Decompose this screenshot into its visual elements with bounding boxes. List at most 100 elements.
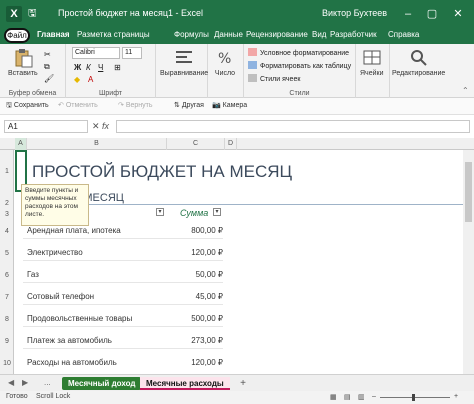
collapse-ribbon-icon[interactable]: ⌃ <box>462 86 469 95</box>
alignment-button[interactable]: Выравнивание <box>160 48 208 77</box>
italic-button[interactable]: К <box>86 63 91 72</box>
next-sheet-icon[interactable]: ▶ <box>22 378 28 387</box>
minimize-button[interactable]: – <box>398 4 418 24</box>
add-sheet-button[interactable]: + <box>236 377 250 390</box>
cells-group: Ячейки <box>356 44 390 98</box>
row-divider <box>23 348 223 349</box>
sheet-tab-expenses[interactable]: Месячные расходы <box>140 377 230 390</box>
save-icon[interactable]: 🖫 <box>28 7 37 21</box>
tab-data[interactable]: Данные <box>214 30 243 39</box>
formula-input[interactable] <box>116 120 470 133</box>
qat-sort-button[interactable]: ⇅ Другая <box>174 101 204 109</box>
tab-help[interactable]: Справка <box>388 30 419 39</box>
column-header-d[interactable]: D <box>225 138 237 150</box>
close-button[interactable]: ✕ <box>448 4 468 24</box>
font-size-select[interactable]: 11 <box>122 47 142 59</box>
tab-view[interactable]: Вид <box>312 30 326 39</box>
zoom-in-icon[interactable]: + <box>454 393 458 400</box>
excel-icon: X <box>6 6 22 22</box>
column-header-a[interactable]: A <box>15 138 27 150</box>
row-header[interactable]: 7 <box>0 294 14 301</box>
row-header[interactable]: 5 <box>0 250 14 257</box>
vertical-scrollbar[interactable] <box>463 150 474 374</box>
format-painter-icon[interactable]: 🖌 <box>44 74 54 83</box>
expense-item: Арендная плата, ипотека <box>27 226 121 235</box>
qat-save-button[interactable]: 🖫 Сохранить <box>6 101 49 112</box>
row-header[interactable]: 2 <box>0 200 14 207</box>
sum-column-header: Сумма <box>180 208 209 218</box>
zoom-slider-knob[interactable] <box>412 394 415 401</box>
paste-label: Вставить <box>8 70 38 77</box>
cells-button[interactable]: Ячейки <box>360 48 383 77</box>
font-group-label: Шрифт <box>98 90 123 97</box>
font-name-select[interactable]: Calibri <box>72 47 120 59</box>
more-sheets-icon[interactable]: ... <box>44 378 51 387</box>
row-header[interactable]: 6 <box>0 272 14 279</box>
prev-sheet-icon[interactable]: ◀ <box>8 378 14 387</box>
document-title: Простой бюджет на месяц1 - Excel <box>58 8 204 18</box>
svg-text:%: % <box>218 51 231 67</box>
qat-redo-button[interactable]: ↷ Вернуть <box>118 101 153 109</box>
tab-formulas[interactable]: Формулы <box>174 30 209 39</box>
styles-group: Условное форматирование Форматировать ка… <box>244 44 356 98</box>
row-header[interactable]: 3 <box>0 211 14 218</box>
cut-icon[interactable]: ✂ <box>44 50 51 59</box>
expense-amount: 45,00 ₽ <box>195 292 223 301</box>
qat-camera-button[interactable]: 📷 Камера <box>212 101 247 109</box>
expense-item: Сотовый телефон <box>27 292 95 301</box>
editing-group: Редактирование <box>390 44 450 98</box>
bold-button[interactable]: Ж <box>74 63 81 72</box>
fill-color-icon[interactable]: ◆ <box>74 75 80 84</box>
sum-filter-dropdown[interactable]: ▾ <box>213 208 221 216</box>
page-layout-view-icon[interactable]: ▤ <box>344 393 351 401</box>
worksheet-grid[interactable]: ПРОСТОЙ БЮДЖЕТ НА МЕСЯЦ А МЕСЯЦ ▾ Сумма … <box>15 150 463 374</box>
copy-icon[interactable]: ⧉ <box>44 62 50 72</box>
column-header-c[interactable]: C <box>167 138 225 150</box>
column-header-b[interactable]: B <box>27 138 167 150</box>
input-message-tooltip: Введите пункты и суммы месячных расходов… <box>21 184 89 226</box>
qat-undo-button[interactable]: ↶ Отменить <box>58 101 98 109</box>
number-label: Число <box>214 70 236 77</box>
row-header[interactable]: 9 <box>0 338 14 345</box>
status-ready: Готово <box>6 393 28 400</box>
editing-button[interactable]: Редактирование <box>392 48 445 77</box>
row-header[interactable]: 4 <box>0 228 14 235</box>
borders-icon[interactable]: ⊞ <box>114 63 121 72</box>
tab-review[interactable]: Рецензирование <box>246 30 308 39</box>
editing-label: Редактирование <box>392 70 446 77</box>
number-button[interactable]: % Число <box>214 48 236 77</box>
underline-button[interactable]: Ч <box>98 63 103 72</box>
item-filter-dropdown[interactable]: ▾ <box>156 208 164 216</box>
styles-group-label: Стили <box>289 90 310 97</box>
format-as-table-button[interactable]: Форматировать как таблицу <box>248 61 351 70</box>
cancel-icon[interactable]: ✕ <box>92 120 100 133</box>
paste-button[interactable]: Вставить <box>8 48 38 77</box>
font-color-icon[interactable]: A <box>88 75 93 84</box>
conditional-formatting-button[interactable]: Условное форматирование <box>248 48 349 57</box>
row-header[interactable]: 1 <box>0 168 14 175</box>
zoom-out-icon[interactable]: – <box>372 393 376 400</box>
expense-item: Электричество <box>27 248 83 257</box>
scrollbar-thumb[interactable] <box>465 162 472 222</box>
tab-file[interactable]: Файл <box>4 28 30 43</box>
title-underline <box>23 204 463 205</box>
number-group: % Число <box>208 44 244 98</box>
tab-home[interactable]: Главная <box>37 30 70 39</box>
row-header[interactable]: 8 <box>0 316 14 323</box>
user-name[interactable]: Виктор Бухтеев <box>322 8 387 18</box>
tab-developer[interactable]: Разработчик <box>330 30 377 39</box>
sheet-tab-income[interactable]: Месячный доход <box>62 377 142 390</box>
expense-item: Платеж за автомобиль <box>27 336 112 345</box>
page-break-view-icon[interactable]: ▥ <box>358 393 365 401</box>
clipboard-group: Вставить ✂ ⧉ 🖌 Буфер обмена <box>0 44 66 98</box>
normal-view-icon[interactable]: ▦ <box>330 393 337 401</box>
expense-amount: 273,00 ₽ <box>191 336 223 345</box>
maximize-button[interactable]: ▢ <box>422 4 442 24</box>
row-header[interactable]: 10 <box>0 360 14 367</box>
row-divider <box>23 326 223 327</box>
tab-page-layout[interactable]: Разметка страницы <box>77 30 150 39</box>
zoom-slider[interactable] <box>380 397 450 398</box>
name-box[interactable]: A1 <box>4 120 88 133</box>
fx-icon[interactable]: fx <box>102 120 109 133</box>
cell-styles-button[interactable]: Стили ячеек <box>248 74 300 83</box>
